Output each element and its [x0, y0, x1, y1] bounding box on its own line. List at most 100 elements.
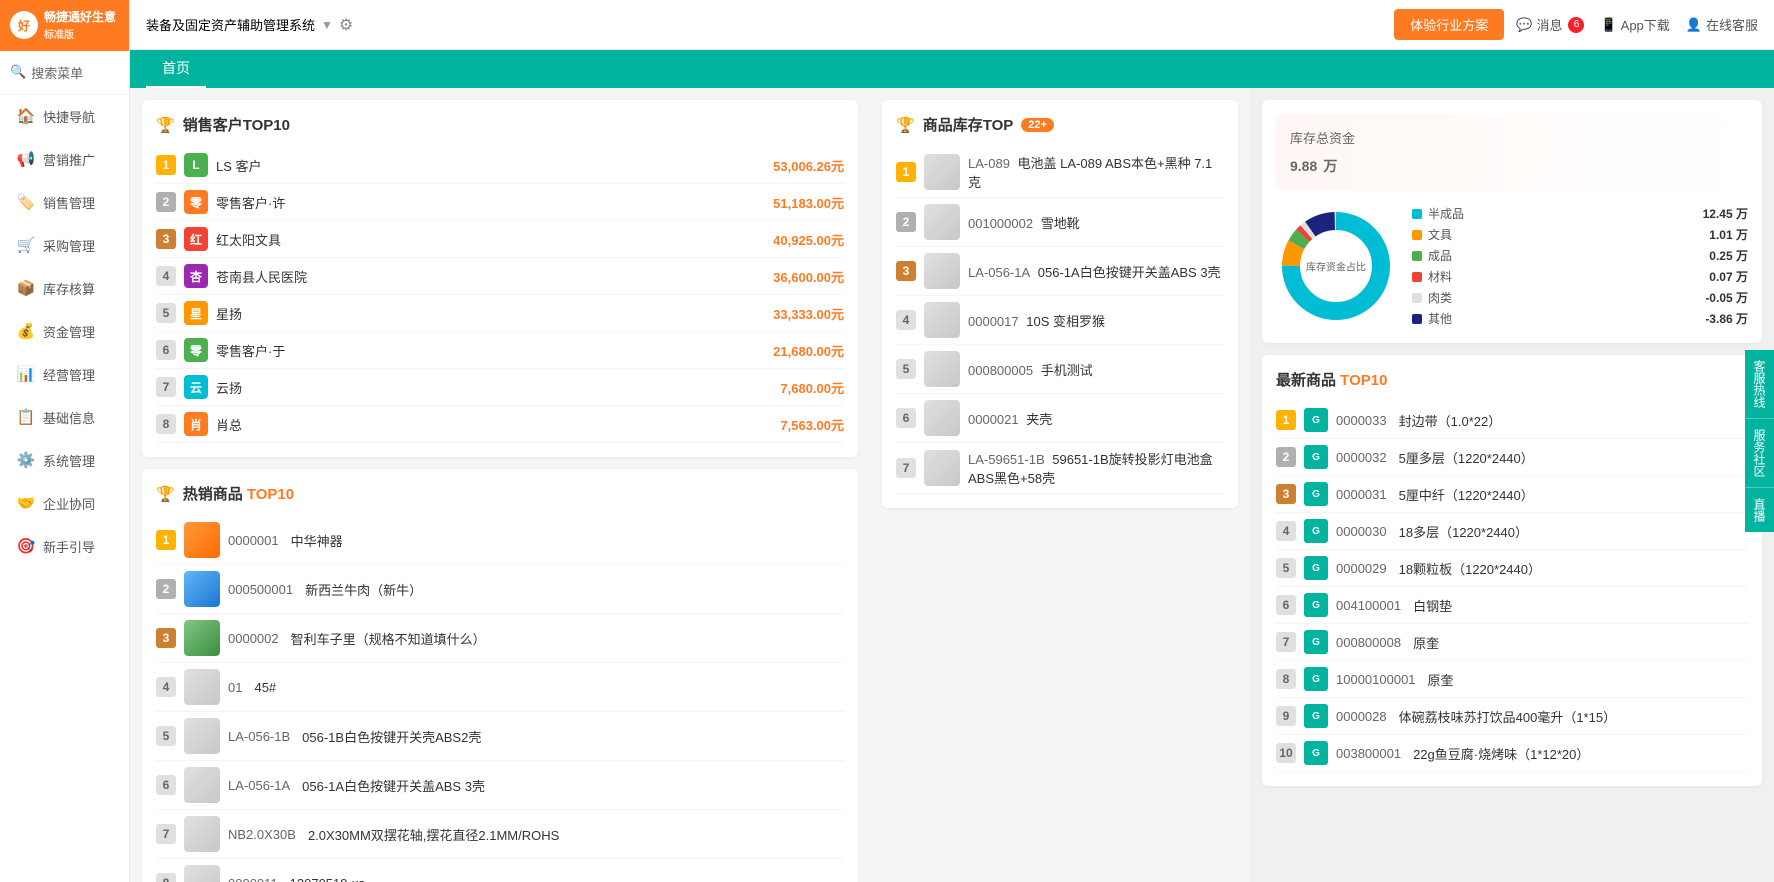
- product-name: 中华神器: [291, 531, 844, 550]
- prod-rank-item: 2 001000002 雪地靴: [896, 198, 1224, 247]
- product-icon: G: [1304, 741, 1328, 765]
- sidebar-item-purchase[interactable]: 🛒 采购管理: [0, 224, 129, 267]
- product-name: 白钢垫: [1413, 596, 1748, 615]
- operation-icon: 📊: [17, 365, 35, 383]
- sidebar-item-label: 经营管理: [43, 365, 95, 384]
- new-prod-item: 6 G 004100001 白钢垫: [1276, 587, 1748, 624]
- left-panel: 🏆 销售客户TOP10 1 L LS 客户 53,006.26元 2 零 零售客…: [130, 88, 870, 882]
- rank-number: 7: [156, 377, 176, 397]
- rank-number: 5: [156, 726, 176, 746]
- legend-dot-other: [1412, 314, 1422, 324]
- product-image: [924, 154, 960, 190]
- system-icon: ⚙️: [17, 451, 35, 469]
- product-icon: G: [1304, 556, 1328, 580]
- product-image: [924, 400, 960, 436]
- legend-value: -3.86 万: [1705, 310, 1748, 327]
- product-icon: G: [1304, 519, 1328, 543]
- product-name: 056-1A白色按键开关盖ABS 3壳: [302, 776, 844, 795]
- sidebar-item-enterprise[interactable]: 🤝 企业协同: [0, 482, 129, 525]
- product-icon: G: [1304, 482, 1328, 506]
- trial-button[interactable]: 体验行业方案: [1394, 9, 1504, 40]
- customer-rank-title: 🏆 销售客户TOP10: [156, 114, 844, 135]
- product-code: 0000021: [968, 412, 1019, 427]
- gear-icon[interactable]: ⚙: [339, 15, 353, 35]
- rank-name: 零售客户·于: [216, 341, 765, 360]
- legend-item: 半成品 12.45 万: [1412, 203, 1748, 224]
- sidebar-item-basic-info[interactable]: 📋 基础信息: [0, 396, 129, 439]
- rank-item: 3 红 红太阳文具 40,925.00元: [156, 221, 844, 258]
- legend-dot-stationery: [1412, 230, 1422, 240]
- rank-number: 6: [156, 775, 176, 795]
- sidebar-item-quick-nav[interactable]: 🏠 快捷导航: [0, 95, 129, 138]
- new-prod-item: 7 G 000800008 原奎: [1276, 624, 1748, 661]
- live-stream-button[interactable]: 直播: [1745, 488, 1774, 532]
- rank-number: 1: [896, 162, 916, 182]
- product-info: 0000021 夹壳: [968, 409, 1224, 428]
- finance-icon: 💰: [17, 322, 35, 340]
- sales-icon: 🏷️: [17, 193, 35, 211]
- rank-avatar: 星: [184, 301, 208, 325]
- product-code: 0000028: [1336, 709, 1387, 724]
- prod-rank-item: 4 01 45#: [156, 663, 844, 712]
- marketing-icon: 📢: [17, 150, 35, 168]
- sidebar-item-marketing[interactable]: 📢 营销推广: [0, 138, 129, 181]
- inventory-value-unit: 万: [1323, 158, 1337, 174]
- inventory-total-section: 库存总资金 9.88 万: [1276, 114, 1748, 191]
- rank-number: 2: [156, 579, 176, 599]
- rank-value: 51,183.00元: [773, 193, 844, 212]
- rank-avatar: 杏: [184, 264, 208, 288]
- product-image: [924, 204, 960, 240]
- rank-name: 云扬: [216, 378, 772, 397]
- prod-inv-label: 商品库存TOP: [923, 114, 1014, 135]
- new-prod-item: 5 G 0000029 18颗粒板（1220*2440）: [1276, 550, 1748, 587]
- main-area: 装备及固定资产辅助管理系统 ▼ ⚙ 体验行业方案 💬 消息 6 📱 App下载 …: [130, 0, 1774, 882]
- rank-avatar: 零: [184, 190, 208, 214]
- sidebar-item-operation[interactable]: 📊 经营管理: [0, 353, 129, 396]
- topbar: 装备及固定资产辅助管理系统 ▼ ⚙ 体验行业方案 💬 消息 6 📱 App下载 …: [130, 0, 1774, 50]
- service-community-button[interactable]: 服务社区: [1745, 419, 1774, 488]
- sidebar-item-guide[interactable]: 🎯 新手引导: [0, 525, 129, 568]
- hot-products-title: 🏆 热销商品 TOP10: [156, 483, 844, 504]
- legend-value: 1.01 万: [1709, 226, 1748, 243]
- product-name: 056-1A白色按键开关盖ABS 3壳: [1038, 265, 1221, 280]
- sidebar-item-inventory[interactable]: 📦 库存核算: [0, 267, 129, 310]
- rank-name: 零售客户·许: [216, 193, 765, 212]
- product-image: [924, 450, 960, 486]
- app-download-button[interactable]: 📱 App下载: [1600, 15, 1669, 34]
- rank-name: 星扬: [216, 304, 765, 323]
- sidebar-item-label: 营销推广: [43, 150, 95, 169]
- sidebar-item-finance[interactable]: 💰 资金管理: [0, 310, 129, 353]
- newest-label: 最新商品 TOP10: [1276, 369, 1387, 390]
- prod-rank-item: 8 0000011 12070519-xs: [156, 859, 844, 882]
- rank-number: 8: [156, 414, 176, 434]
- rank-value: 36,600.00元: [773, 267, 844, 286]
- legend-item: 材料 0.07 万: [1412, 266, 1748, 287]
- sidebar-search[interactable]: 🔍 搜索菜单: [0, 51, 129, 95]
- product-code: 0000033: [1336, 413, 1387, 428]
- new-prod-item: 8 G 10000100001 原奎: [1276, 661, 1748, 698]
- right-panel: 库存总资金 9.88 万: [1250, 88, 1774, 882]
- donut-center-label: 库存资金占比: [1306, 259, 1366, 274]
- product-name: 原奎: [1428, 670, 1748, 689]
- product-image: [184, 571, 220, 607]
- product-info: LA-056-1A 056-1A白色按键开关盖ABS 3壳: [968, 262, 1224, 281]
- product-name: 雪地靴: [1041, 216, 1080, 231]
- product-code: LA-056-1A: [968, 265, 1030, 280]
- sidebar-item-sales[interactable]: 🏷️ 销售管理: [0, 181, 129, 224]
- rank-item: 7 云 云扬 7,680.00元: [156, 369, 844, 406]
- rank-avatar: 红: [184, 227, 208, 251]
- sidebar-item-system[interactable]: ⚙️ 系统管理: [0, 439, 129, 482]
- message-button[interactable]: 💬 消息 6: [1516, 15, 1584, 34]
- customer-service-button[interactable]: 客服热线: [1745, 350, 1774, 419]
- prod-rank-item: 3 0000002 智利车子里（规格不知道填什么）: [156, 614, 844, 663]
- product-image: [184, 669, 220, 705]
- product-code: 0000030: [1336, 524, 1387, 539]
- purchase-icon: 🛒: [17, 236, 35, 254]
- service-button[interactable]: 👤 在线客服: [1686, 15, 1758, 34]
- hot-products-label: 热销商品 TOP10: [183, 483, 294, 504]
- rank-name: 肖总: [216, 415, 772, 434]
- sidebar: 好 畅捷通好生意 标准版 🔍 搜索菜单 🏠 快捷导航 📢 营销推广 🏷️ 销售管…: [0, 0, 130, 882]
- logo-text: 畅捷通好生意: [44, 10, 116, 26]
- page-nav-home[interactable]: 首页: [146, 50, 206, 88]
- search-menu-button[interactable]: 🔍 搜索菜单: [10, 59, 119, 86]
